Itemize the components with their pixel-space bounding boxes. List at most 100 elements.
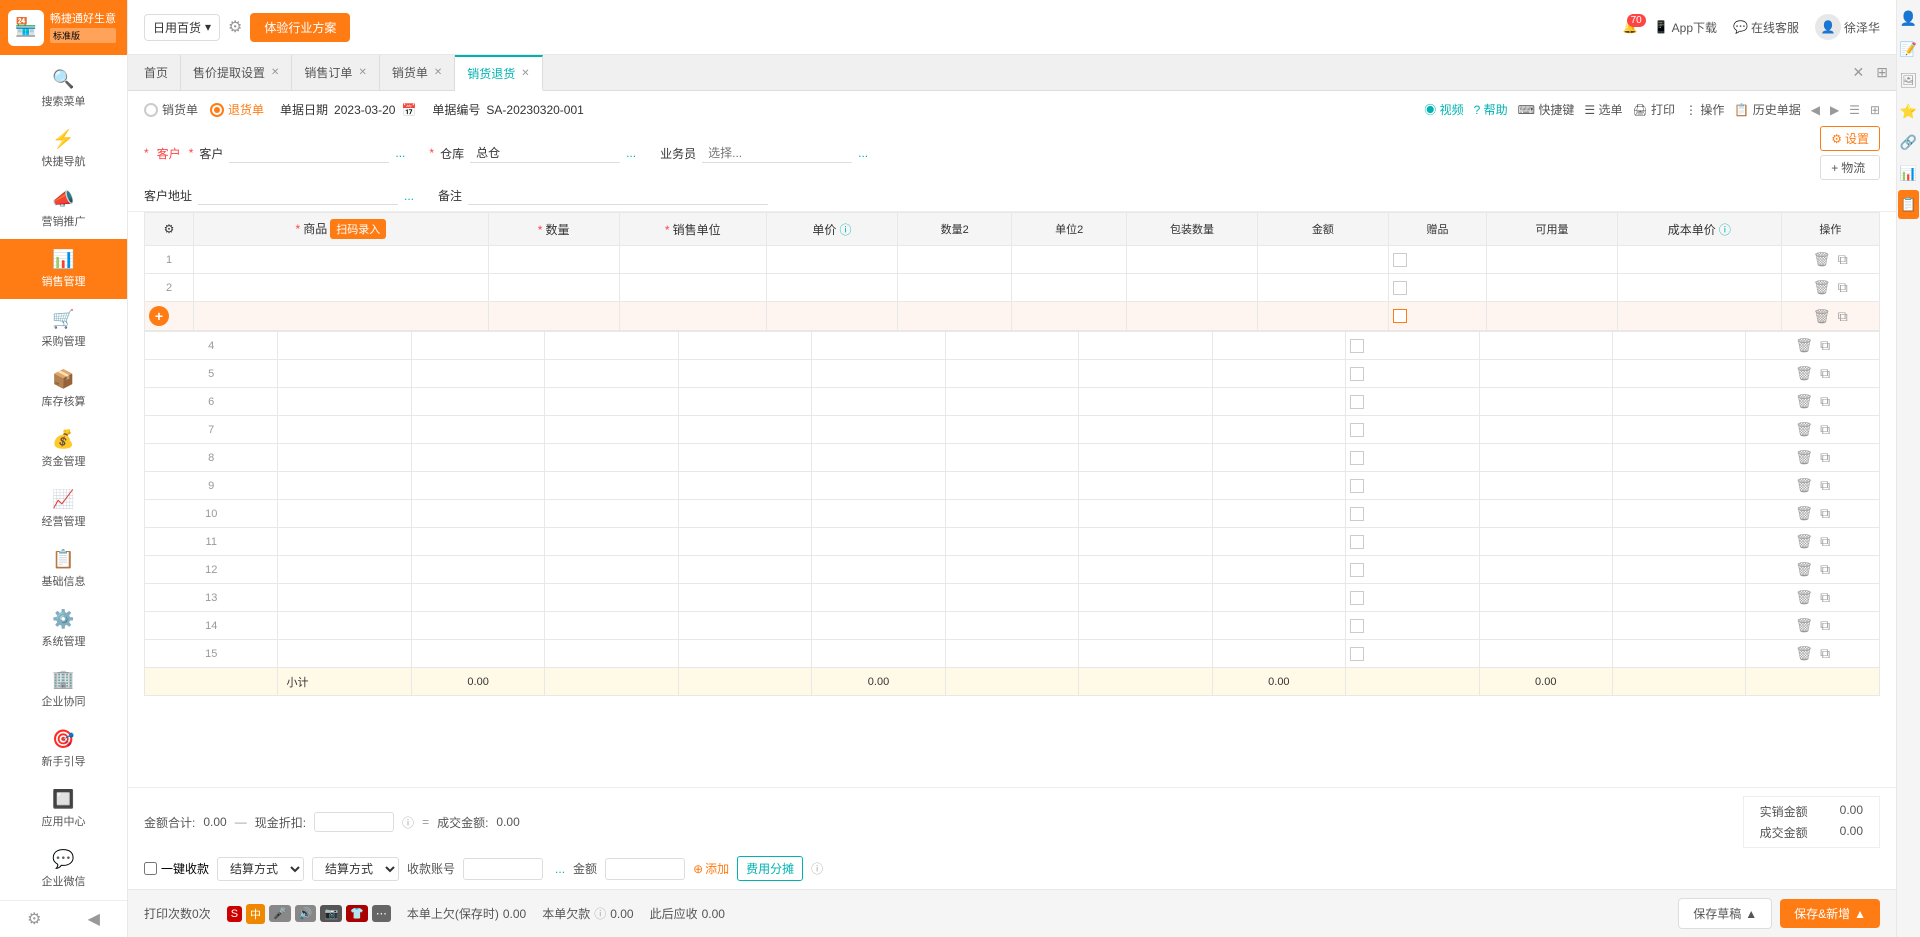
unit-cell[interactable]	[545, 332, 678, 360]
cost-price-cell[interactable]	[1612, 556, 1745, 584]
sidebar-item-enterprise[interactable]: 🏢 企业协同	[0, 659, 127, 719]
tab-close-all-btn[interactable]: ✕	[1849, 62, 1869, 83]
tab-sales-order-close[interactable]: ✕	[358, 67, 366, 78]
available-cell[interactable]	[1479, 444, 1612, 472]
unit-cell[interactable]	[619, 302, 766, 331]
gift-cell[interactable]	[1346, 556, 1479, 584]
gift-checkbox[interactable]	[1350, 507, 1364, 521]
sidebar-item-newbie[interactable]: 🎯 新手引导	[0, 719, 127, 779]
gift-cell[interactable]	[1346, 332, 1479, 360]
sidebar-item-wechat[interactable]: 💬 企业微信	[0, 839, 127, 899]
unit2-cell[interactable]	[945, 640, 1078, 668]
tab-sales-price-close[interactable]: ✕	[271, 67, 279, 78]
app-download-btn[interactable]: 📱 App下载	[1654, 19, 1717, 36]
price-cell[interactable]	[678, 640, 811, 668]
amount-cell[interactable]	[1212, 556, 1345, 584]
gift-checkbox[interactable]	[1350, 395, 1364, 409]
cost-price-cell[interactable]	[1612, 500, 1745, 528]
sidebar-item-shortcut[interactable]: ⚡ 快捷导航	[0, 119, 127, 179]
price-cell[interactable]	[766, 302, 897, 331]
qty-cell[interactable]	[411, 500, 544, 528]
delete-row-btn[interactable]: 🗑	[1793, 421, 1815, 437]
gift-cell[interactable]	[1346, 444, 1479, 472]
help-btn[interactable]: ? 帮助	[1474, 101, 1508, 118]
header-settings-btn[interactable]: ⚙	[228, 17, 242, 37]
gift-cell[interactable]	[1346, 360, 1479, 388]
qty2-cell[interactable]	[812, 388, 945, 416]
available-cell[interactable]	[1479, 556, 1612, 584]
s-icon[interactable]: S	[227, 906, 242, 922]
sidebar-item-search[interactable]: 🔍 搜索菜单	[0, 59, 127, 119]
pkg-qty-cell[interactable]	[1127, 246, 1258, 274]
pkg-qty-cell[interactable]	[1079, 416, 1212, 444]
qty2-cell[interactable]	[812, 472, 945, 500]
gift-checkbox[interactable]	[1350, 591, 1364, 605]
qty2-cell[interactable]	[812, 528, 945, 556]
product-cell[interactable]	[278, 332, 411, 360]
qty2-cell[interactable]	[812, 612, 945, 640]
pkg-qty-cell[interactable]	[1079, 388, 1212, 416]
price-cell[interactable]	[678, 556, 811, 584]
tab-home[interactable]: 首页	[132, 55, 181, 91]
gift-checkbox[interactable]	[1350, 563, 1364, 577]
logistics-btn[interactable]: + 物流	[1820, 155, 1880, 180]
unit2-cell[interactable]	[945, 360, 1078, 388]
gift-cell[interactable]	[1346, 472, 1479, 500]
staff-input[interactable]	[702, 144, 852, 163]
amount-cell[interactable]	[1212, 584, 1345, 612]
qty-cell[interactable]	[411, 416, 544, 444]
pkg-qty-cell[interactable]	[1079, 612, 1212, 640]
next-record-btn[interactable]: ▶	[1830, 103, 1839, 117]
account-dots[interactable]: ...	[555, 862, 565, 876]
unit-cell[interactable]	[619, 274, 766, 302]
right-panel-note-icon[interactable]: 📝	[1898, 35, 1919, 64]
gift-cell[interactable]	[1346, 612, 1479, 640]
cost-price-cell[interactable]	[1612, 360, 1745, 388]
price-cell[interactable]	[678, 500, 811, 528]
unit2-cell[interactable]	[1012, 246, 1127, 274]
price-cell[interactable]	[678, 528, 811, 556]
qty2-cell[interactable]	[897, 246, 1012, 274]
gift-checkbox[interactable]	[1350, 479, 1364, 493]
add-fee-btn[interactable]: ⊕ 添加	[693, 860, 729, 877]
tab-sales-delivery-close[interactable]: ✕	[434, 67, 442, 78]
qty2-cell[interactable]	[812, 360, 945, 388]
qty-cell[interactable]	[411, 612, 544, 640]
unit2-cell[interactable]	[945, 444, 1078, 472]
customer-dots[interactable]: ...	[395, 146, 405, 160]
amount-cell[interactable]	[1257, 274, 1388, 302]
gift-cell[interactable]	[1388, 274, 1486, 302]
pkg-qty-cell[interactable]	[1079, 556, 1212, 584]
discount-input[interactable]	[314, 812, 394, 832]
col-settings-icon[interactable]: ⚙	[164, 222, 175, 236]
address-input[interactable]	[198, 186, 398, 205]
view-list-btn[interactable]: ☰	[1849, 103, 1860, 117]
gift-checkbox[interactable]	[1350, 423, 1364, 437]
experience-btn[interactable]: 体验行业方案	[250, 13, 350, 42]
shirt-icon[interactable]: 👕	[346, 905, 368, 922]
available-cell[interactable]	[1479, 472, 1612, 500]
radio-sales[interactable]: 销货单	[144, 101, 198, 118]
pkg-qty-cell[interactable]	[1079, 444, 1212, 472]
unit2-cell[interactable]	[1012, 302, 1127, 331]
audio-icon[interactable]: 🔊	[295, 905, 317, 922]
sidebar-settings-btn[interactable]: ⚙	[27, 909, 41, 929]
qty2-cell[interactable]	[812, 332, 945, 360]
copy-row-btn[interactable]: ⧉	[1818, 393, 1832, 409]
tab-sales-return-close[interactable]: ✕	[521, 68, 529, 79]
qty-cell[interactable]	[488, 246, 619, 274]
cost-price-cell[interactable]	[1618, 274, 1782, 302]
product-cell[interactable]	[278, 500, 411, 528]
cost-price-cell[interactable]	[1612, 612, 1745, 640]
gift-cell[interactable]	[1346, 528, 1479, 556]
notification-btn[interactable]: 🔔 70	[1623, 20, 1638, 34]
available-cell[interactable]	[1479, 612, 1612, 640]
breadcrumb-select[interactable]: 日用百货 ▾	[144, 14, 220, 41]
gift-cell[interactable]	[1346, 500, 1479, 528]
save-draft-btn[interactable]: 保存草稿 ▲	[1678, 898, 1772, 929]
gift-cell[interactable]	[1346, 388, 1479, 416]
available-cell[interactable]	[1479, 528, 1612, 556]
product-input-cell[interactable]	[194, 302, 489, 331]
amount-cell[interactable]	[1257, 302, 1388, 331]
amount-cell[interactable]	[1212, 444, 1345, 472]
